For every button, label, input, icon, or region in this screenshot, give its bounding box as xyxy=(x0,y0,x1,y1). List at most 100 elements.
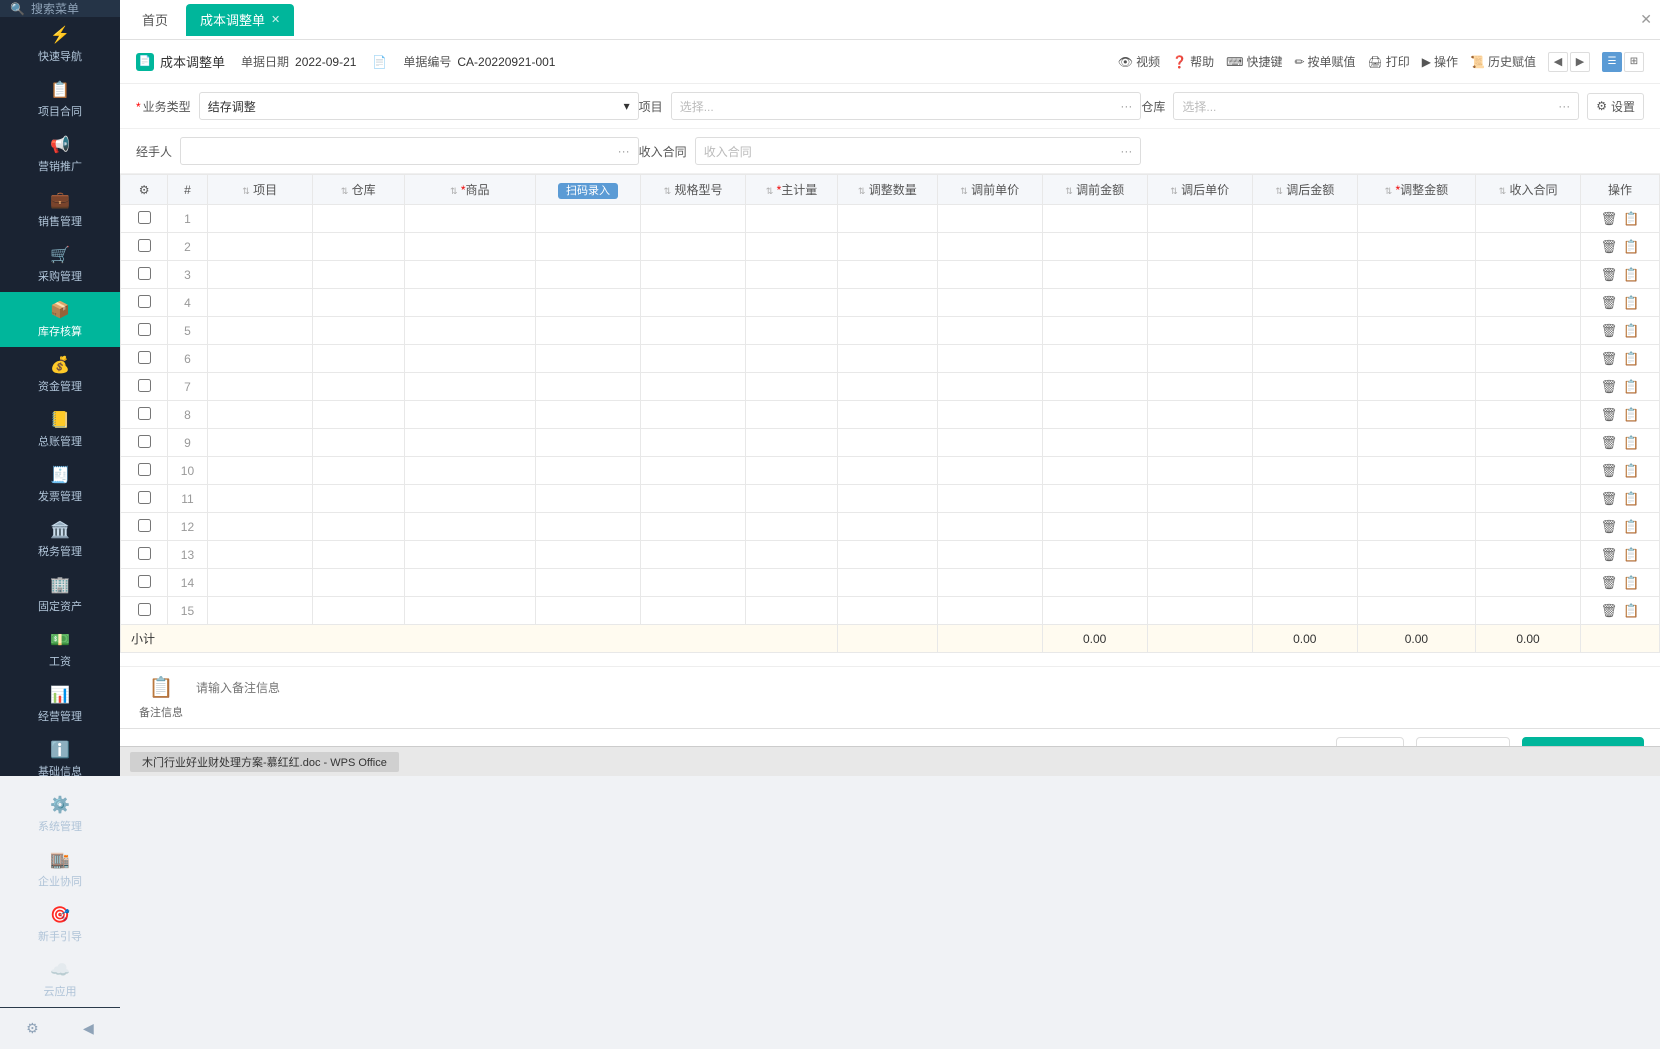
col-header-after-amount[interactable]: ⇅ 调后金额 xyxy=(1252,175,1357,205)
col-header-unit[interactable]: ⇅ *主计量 xyxy=(746,175,838,205)
row-spec[interactable] xyxy=(640,485,745,513)
col-header-warehouse[interactable]: ⇅ 仓库 xyxy=(312,175,404,205)
row-after-amount[interactable] xyxy=(1252,317,1357,345)
row-unit[interactable] xyxy=(746,233,838,261)
notes-icon-area[interactable]: 📋 备注信息 xyxy=(136,675,186,720)
handler-ellipsis[interactable]: ··· xyxy=(618,144,630,158)
row-adjust-amount[interactable] xyxy=(1357,233,1475,261)
row-warehouse[interactable] xyxy=(312,569,404,597)
row-before-price[interactable] xyxy=(937,345,1042,373)
row-checkbox[interactable] xyxy=(121,457,168,485)
row-checkbox[interactable] xyxy=(121,401,168,429)
row-project[interactable] xyxy=(207,569,312,597)
row-project[interactable] xyxy=(207,485,312,513)
row-adjust-qty[interactable] xyxy=(837,317,937,345)
row-project[interactable] xyxy=(207,289,312,317)
warehouse-ellipsis[interactable]: ··· xyxy=(1558,99,1570,113)
sidebar-item-enterprise[interactable]: 🏬 企业协同 xyxy=(0,842,120,897)
row-warehouse[interactable] xyxy=(312,317,404,345)
row-before-amount[interactable] xyxy=(1042,457,1147,485)
row-adjust-qty[interactable] xyxy=(837,569,937,597)
row-spec[interactable] xyxy=(640,345,745,373)
row-income-contract[interactable] xyxy=(1475,513,1580,541)
row-adjust-qty[interactable] xyxy=(837,457,937,485)
row-check-input[interactable] xyxy=(138,603,151,616)
row-check-input[interactable] xyxy=(138,547,151,560)
row-before-amount[interactable] xyxy=(1042,429,1147,457)
row-checkbox[interactable] xyxy=(121,317,168,345)
row-warehouse[interactable] xyxy=(312,513,404,541)
row-adjust-qty[interactable] xyxy=(837,401,937,429)
row-check-input[interactable] xyxy=(138,519,151,532)
row-copy-icon[interactable]: 📋 xyxy=(1623,463,1639,479)
handler-input[interactable]: ··· xyxy=(180,137,639,165)
row-check-input[interactable] xyxy=(138,295,151,308)
row-income-contract[interactable] xyxy=(1475,345,1580,373)
row-unit[interactable] xyxy=(746,373,838,401)
row-checkbox[interactable] xyxy=(121,289,168,317)
row-income-contract[interactable] xyxy=(1475,485,1580,513)
sidebar-item-guide[interactable]: 🎯 新手引导 xyxy=(0,897,120,952)
row-unit[interactable] xyxy=(746,317,838,345)
col-header-spec[interactable]: ⇅ 规格型号 xyxy=(640,175,745,205)
row-before-amount[interactable] xyxy=(1042,317,1147,345)
row-copy-icon[interactable]: 📋 xyxy=(1623,491,1639,507)
row-unit[interactable] xyxy=(746,205,838,233)
row-warehouse[interactable] xyxy=(312,261,404,289)
row-after-price[interactable] xyxy=(1147,261,1252,289)
notes-input[interactable] xyxy=(196,675,1644,711)
row-copy-icon[interactable]: 📋 xyxy=(1623,351,1639,367)
row-income-contract[interactable] xyxy=(1475,457,1580,485)
row-delete-icon[interactable]: 🗑 xyxy=(1601,351,1618,367)
row-warehouse[interactable] xyxy=(312,233,404,261)
row-unit[interactable] xyxy=(746,457,838,485)
row-product[interactable] xyxy=(404,401,535,429)
row-delete-icon[interactable]: 🗑 xyxy=(1601,519,1618,535)
row-project[interactable] xyxy=(207,597,312,625)
row-warehouse[interactable] xyxy=(312,205,404,233)
row-scan[interactable] xyxy=(535,373,640,401)
row-project[interactable] xyxy=(207,261,312,289)
row-warehouse[interactable] xyxy=(312,457,404,485)
row-spec[interactable] xyxy=(640,205,745,233)
taskbar-item[interactable]: 木门行业好业财处理方案-慕红红.doc - WPS Office xyxy=(130,752,399,772)
row-income-contract[interactable] xyxy=(1475,401,1580,429)
row-scan[interactable] xyxy=(535,233,640,261)
row-checkbox[interactable] xyxy=(121,345,168,373)
table-container[interactable]: ⚙ # ⇅ 项目 ⇅ 仓库 ⇅ *商品 扫码录入 ⇅ 规格型号 ⇅ *主计量 ⇅… xyxy=(120,174,1660,666)
row-unit[interactable] xyxy=(746,513,838,541)
row-after-amount[interactable] xyxy=(1252,289,1357,317)
col-header-settings[interactable]: ⚙ xyxy=(121,175,168,205)
row-spec[interactable] xyxy=(640,513,745,541)
row-adjust-amount[interactable] xyxy=(1357,373,1475,401)
row-before-price[interactable] xyxy=(937,401,1042,429)
row-product[interactable] xyxy=(404,541,535,569)
settings-button[interactable]: ⚙ 设置 xyxy=(1587,93,1644,120)
row-scan[interactable] xyxy=(535,541,640,569)
business-type-select[interactable]: 结存调整 ▾ xyxy=(199,92,639,120)
row-income-contract[interactable] xyxy=(1475,261,1580,289)
col-header-after-price[interactable]: ⇅ 调后单价 xyxy=(1147,175,1252,205)
row-delete-icon[interactable]: 🗑 xyxy=(1601,603,1618,619)
print-action[interactable]: 🖨打印 xyxy=(1368,53,1410,70)
sidebar-item-system[interactable]: ⚙️ 系统管理 xyxy=(0,787,120,842)
row-unit[interactable] xyxy=(746,541,838,569)
sidebar-item-payroll[interactable]: 💵 工资 xyxy=(0,622,120,677)
sidebar-item-invoice[interactable]: 🧾 发票管理 xyxy=(0,457,120,512)
row-checkbox[interactable] xyxy=(121,569,168,597)
sidebar-item-project-contract[interactable]: 📋 项目合同 xyxy=(0,72,120,127)
row-before-price[interactable] xyxy=(937,317,1042,345)
row-delete-icon[interactable]: 🗑 xyxy=(1601,407,1618,423)
row-checkbox[interactable] xyxy=(121,373,168,401)
row-adjust-amount[interactable] xyxy=(1357,513,1475,541)
row-after-amount[interactable] xyxy=(1252,597,1357,625)
row-checkbox[interactable] xyxy=(121,261,168,289)
col-header-income-contract[interactable]: ⇅ 收入合同 xyxy=(1475,175,1580,205)
row-adjust-qty[interactable] xyxy=(837,373,937,401)
income-contract-ellipsis[interactable]: ··· xyxy=(1120,144,1132,158)
row-after-amount[interactable] xyxy=(1252,541,1357,569)
row-after-amount[interactable] xyxy=(1252,485,1357,513)
row-before-amount[interactable] xyxy=(1042,233,1147,261)
sidebar-item-tax[interactable]: 🏛️ 税务管理 xyxy=(0,512,120,567)
row-spec[interactable] xyxy=(640,289,745,317)
